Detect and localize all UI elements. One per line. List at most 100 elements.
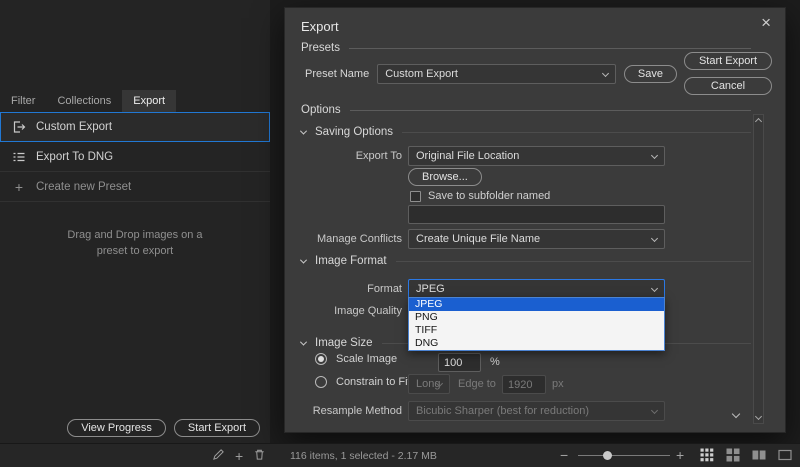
saving-options-section-header[interactable]: Saving Options [301,126,751,138]
manage-conflicts-value: Create Unique File Name [416,233,540,245]
chevron-down-icon [300,338,307,345]
start-export-button[interactable]: Start Export [684,52,772,70]
compare-view-icon[interactable] [752,448,766,465]
sidebar-tabs: Filter Collections Export [0,90,270,112]
export-to-dropdown[interactable]: Original File Location [408,146,665,166]
zoom-slider-handle[interactable] [603,451,612,460]
zoom-in-icon[interactable]: + [676,444,684,467]
export-to-value: Original File Location [416,150,519,162]
format-option-png[interactable]: PNG [409,311,664,324]
plus-icon: + [12,179,26,195]
divider [350,110,751,111]
format-option-jpeg[interactable]: JPEG [409,298,664,311]
preset-item-custom-export[interactable]: Custom Export [0,112,270,142]
format-dropdown[interactable]: JPEG [408,279,665,299]
trash-icon[interactable] [253,448,266,464]
create-new-preset-button[interactable]: + Create new Preset [0,172,270,202]
chevron-down-icon [300,127,307,134]
manage-conflicts-label: Manage Conflicts [285,233,402,245]
divider [402,132,751,133]
subfolder-checkbox-row: Save to subfolder named [410,190,550,202]
sidebar-actions: View Progress Start Export [67,419,260,437]
preset-list: Custom Export Export To DNG + Create new… [0,112,270,202]
view-progress-button[interactable]: View Progress [67,419,166,437]
dialog-title: Export [301,19,339,34]
pencil-icon[interactable] [212,448,225,464]
scale-image-row: Scale Image [315,353,397,365]
grid-view-icon[interactable] [700,448,714,465]
chevron-down-icon [651,407,658,414]
format-option-tiff[interactable]: TIFF [409,324,664,337]
drop-hint-line2: preset to export [0,244,270,260]
constrain-edge-dropdown[interactable]: Long [408,374,450,394]
chevron-down-icon [602,70,609,77]
square-grid-view-icon[interactable] [726,448,740,465]
close-icon[interactable]: × [761,14,771,31]
format-option-dng[interactable]: DNG [409,337,664,350]
tab-collections[interactable]: Collections [46,90,122,112]
chevron-down-icon [651,285,658,292]
options-section-header: Options [301,104,751,116]
export-to-label: Export To [285,150,402,162]
scale-image-label: Scale Image [336,353,397,365]
save-preset-button[interactable]: Save [624,65,677,83]
subfolder-checkbox[interactable] [410,191,421,202]
format-value: JPEG [416,283,445,295]
constrain-to-fit-label: Constrain to Fit [336,376,411,388]
constrain-to-fit-radio[interactable] [315,376,327,388]
scale-value: 100 [444,357,462,369]
scroll-up-icon[interactable] [755,118,762,125]
add-icon[interactable]: + [235,450,243,463]
list-icon [12,150,26,164]
bottom-toolbar: + 116 items, 1 selected - 2.17 MB − + [0,443,800,467]
create-preset-label: Create new Preset [36,181,131,193]
manage-conflicts-dropdown[interactable]: Create Unique File Name [408,229,665,249]
format-options-popup: JPEG PNG TIFF DNG [408,297,665,351]
divider [396,261,751,262]
scroll-down-icon[interactable] [755,413,762,420]
edge-unit-label: px [552,378,564,390]
edge-value-input[interactable]: 1920 [502,375,546,394]
subfolder-name-input[interactable] [408,205,665,224]
start-export-button-sidebar[interactable]: Start Export [174,419,260,437]
tab-filter[interactable]: Filter [0,90,46,112]
scale-image-radio[interactable] [315,353,327,365]
view-switcher [700,444,792,467]
divider [349,48,751,49]
edit-tools: + [212,444,266,467]
dialog-scrollbar[interactable] [753,114,764,424]
export-icon [12,120,26,134]
image-quality-label: Image Quality [285,305,402,317]
presets-sidebar: Filter Collections Export Custom Export … [0,0,270,443]
saving-options-heading: Saving Options [315,126,393,138]
image-format-heading: Image Format [315,255,387,267]
resample-method-dropdown[interactable]: Bicubic Sharper (best for reduction) [408,401,665,421]
edge-to-label: Edge to [458,378,496,390]
preset-item-export-to-dng[interactable]: Export To DNG [0,142,270,172]
zoom-out-icon[interactable]: − [560,444,568,467]
tab-export[interactable]: Export [122,90,176,112]
more-content-chevron-icon[interactable] [732,410,740,418]
subfolder-checkbox-label: Save to subfolder named [428,190,550,202]
scale-value-input[interactable]: 100 [438,353,481,372]
constrain-row: Constrain to Fit [315,376,411,388]
resample-method-value: Bicubic Sharper (best for reduction) [416,405,589,417]
browse-button[interactable]: Browse... [408,168,482,186]
format-label: Format [285,283,402,295]
presets-heading: Presets [301,42,340,54]
resample-method-label: Resample Method [285,405,402,417]
scale-unit-label: % [490,356,500,368]
export-dialog: Export × Presets Preset Name Custom Expo… [285,8,785,432]
preset-name-dropdown[interactable]: Custom Export [377,64,616,84]
chevron-down-icon [651,235,658,242]
zoom-slider-track[interactable] [578,455,670,456]
dialog-actions: Start Export Cancel [684,52,772,95]
preset-item-label: Custom Export [36,121,112,133]
detail-view-icon[interactable] [778,448,792,465]
cancel-button[interactable]: Cancel [684,77,772,95]
preset-item-label: Export To DNG [36,151,113,163]
preset-name-value: Custom Export [385,68,458,80]
status-text: 116 items, 1 selected - 2.17 MB [290,444,437,467]
edge-value: 1920 [508,379,532,391]
image-format-section-header[interactable]: Image Format [301,255,751,267]
